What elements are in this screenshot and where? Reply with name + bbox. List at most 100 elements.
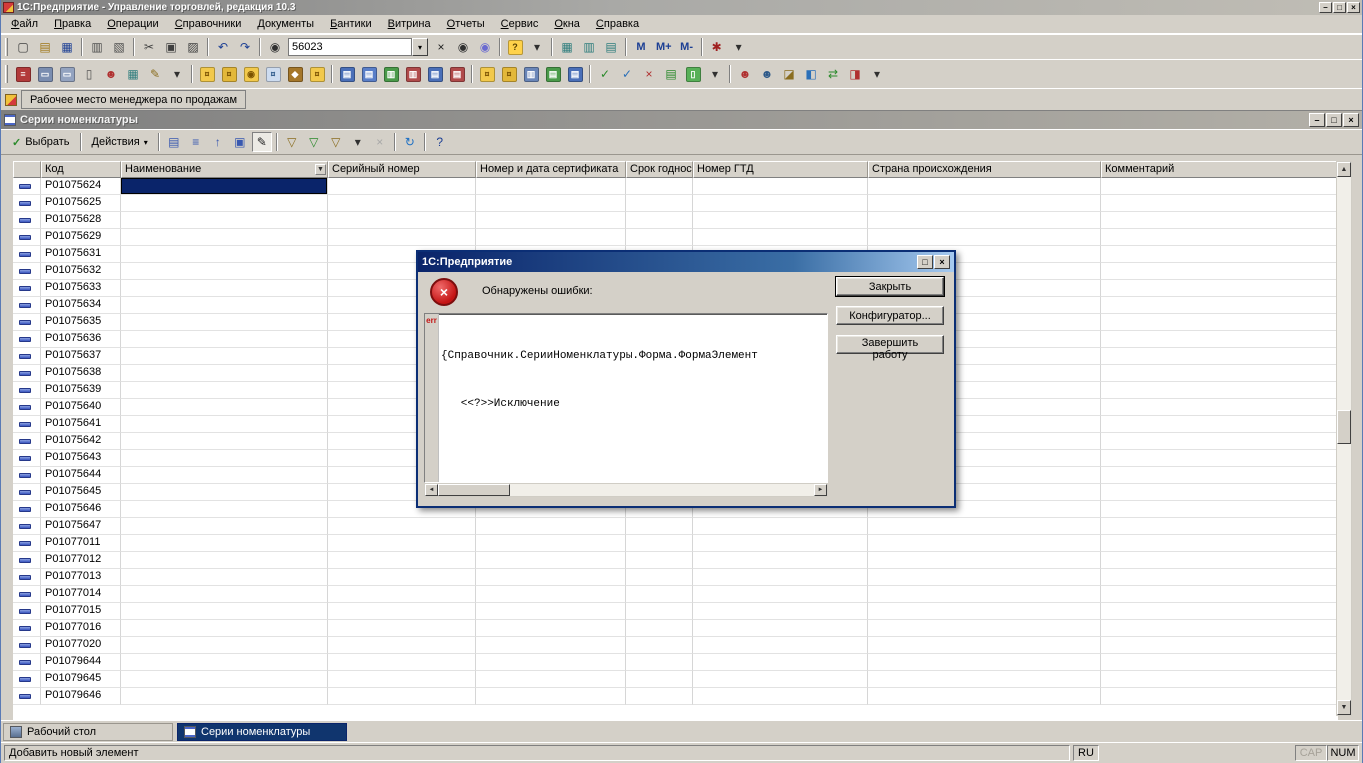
table-row[interactable]: P01077020 <box>13 637 1338 654</box>
copy-icon[interactable]: ▣ <box>161 37 181 57</box>
money-in-doc-icon[interactable]: ¤ <box>477 64 497 84</box>
cell-code[interactable]: P01075635 <box>41 314 121 331</box>
cell-code[interactable]: P01075633 <box>41 280 121 297</box>
table-row[interactable]: P01077012 <box>13 552 1338 569</box>
cell[interactable] <box>626 178 693 195</box>
customers-icon[interactable]: ☻ <box>735 64 755 84</box>
cell[interactable] <box>693 637 868 654</box>
cell-code[interactable]: P01075624 <box>41 178 121 195</box>
toolbar-grip[interactable] <box>5 65 8 83</box>
cell[interactable] <box>868 637 1101 654</box>
dialog-close-button[interactable]: Закрыть <box>835 276 945 297</box>
actions-button[interactable]: Действия ▾ <box>85 132 155 152</box>
cell[interactable] <box>1101 671 1338 688</box>
doc-mark-icon[interactable]: ▤ <box>661 64 681 84</box>
row-selector-cell[interactable] <box>13 331 41 348</box>
cell[interactable] <box>693 535 868 552</box>
cell[interactable] <box>121 552 328 569</box>
cell[interactable] <box>476 688 626 705</box>
cell[interactable] <box>693 620 868 637</box>
cell[interactable] <box>1101 501 1338 518</box>
cell[interactable] <box>1101 263 1338 280</box>
cell[interactable] <box>868 654 1101 671</box>
cell[interactable] <box>328 229 476 246</box>
cell[interactable] <box>476 518 626 535</box>
spreadsheet-icon[interactable]: ▦ <box>123 64 143 84</box>
cell[interactable] <box>121 637 328 654</box>
cell[interactable] <box>868 518 1101 535</box>
cell-code[interactable]: P01075636 <box>41 331 121 348</box>
cell[interactable] <box>626 688 693 705</box>
cell[interactable] <box>328 195 476 212</box>
cell[interactable] <box>121 603 328 620</box>
row-selector-cell[interactable] <box>13 195 41 212</box>
calc-memory-button[interactable]: М <box>631 38 651 56</box>
cell[interactable] <box>626 654 693 671</box>
cell[interactable] <box>693 518 868 535</box>
find-icon[interactable]: ◉ <box>265 37 285 57</box>
cell-code[interactable]: P01075625 <box>41 195 121 212</box>
cell[interactable] <box>121 348 328 365</box>
open-icon[interactable]: ▤ <box>35 37 55 57</box>
cell[interactable] <box>121 382 328 399</box>
menu-item-3[interactable]: Справочники <box>167 16 250 32</box>
cell[interactable] <box>121 331 328 348</box>
sales-chart-icon[interactable]: ◧ <box>801 64 821 84</box>
cell-code[interactable]: P01077020 <box>41 637 121 654</box>
row-selector-cell[interactable] <box>13 518 41 535</box>
print-icon[interactable]: ▥ <box>87 37 107 57</box>
cell[interactable] <box>121 620 328 637</box>
cell[interactable] <box>868 671 1101 688</box>
cell-code[interactable]: P01079644 <box>41 654 121 671</box>
cell[interactable] <box>693 671 868 688</box>
cell-code[interactable]: P01075644 <box>41 467 121 484</box>
table-row[interactable]: P01075625 <box>13 195 1338 212</box>
scroll-down-icon[interactable]: ▼ <box>1337 700 1351 715</box>
cell[interactable] <box>693 586 868 603</box>
row-selector-cell[interactable] <box>13 654 41 671</box>
cell[interactable] <box>1101 654 1338 671</box>
row-selector-cell[interactable] <box>13 229 41 246</box>
cell-code[interactable]: P01077011 <box>41 535 121 552</box>
row-selector-cell[interactable] <box>13 297 41 314</box>
cell-code[interactable]: P01075632 <box>41 263 121 280</box>
table-row[interactable]: P01075624 <box>13 178 1338 195</box>
cell[interactable] <box>1101 365 1338 382</box>
cell[interactable] <box>626 569 693 586</box>
doc-close-button[interactable]: × <box>1343 113 1359 127</box>
doc-check-icon[interactable]: ✓ <box>595 64 615 84</box>
filter-by-value-icon[interactable]: ▽ <box>304 132 324 152</box>
cell[interactable] <box>328 552 476 569</box>
cell[interactable] <box>1101 195 1338 212</box>
cell-code[interactable]: P01075647 <box>41 518 121 535</box>
menu-item-1[interactable]: Правка <box>46 16 99 32</box>
dialog-horizontal-scrollbar[interactable]: ◄ ► <box>424 483 828 497</box>
redo-icon[interactable]: ↷ <box>235 37 255 57</box>
cell[interactable] <box>1101 484 1338 501</box>
help-icon[interactable]: ? <box>430 132 450 152</box>
cell[interactable] <box>1101 399 1338 416</box>
cell[interactable] <box>476 195 626 212</box>
column-header-5[interactable]: Номер ГТД <box>693 161 868 178</box>
cell[interactable] <box>1101 382 1338 399</box>
cell[interactable] <box>868 195 1101 212</box>
cell[interactable] <box>121 416 328 433</box>
scroll-up-icon[interactable]: ▲ <box>1337 162 1351 177</box>
cell[interactable] <box>626 603 693 620</box>
row-selector-cell[interactable] <box>13 348 41 365</box>
sort-filter-icon[interactable]: ▽ <box>282 132 302 152</box>
cell[interactable] <box>476 603 626 620</box>
cell[interactable] <box>328 620 476 637</box>
edit-object-icon[interactable]: ✎ <box>145 64 165 84</box>
cell[interactable] <box>121 280 328 297</box>
cell[interactable] <box>1101 246 1338 263</box>
cell-code[interactable]: P01077013 <box>41 569 121 586</box>
report-settings-icon[interactable]: ◨ <box>845 64 865 84</box>
row-selector-cell[interactable] <box>13 263 41 280</box>
cell[interactable] <box>868 212 1101 229</box>
cell[interactable] <box>121 654 328 671</box>
row-selector-cell[interactable] <box>13 382 41 399</box>
quick-view-toggle-icon[interactable]: ✎ <box>251 132 272 152</box>
cell[interactable] <box>1101 450 1338 467</box>
doc-unpost-icon[interactable]: × <box>639 64 659 84</box>
